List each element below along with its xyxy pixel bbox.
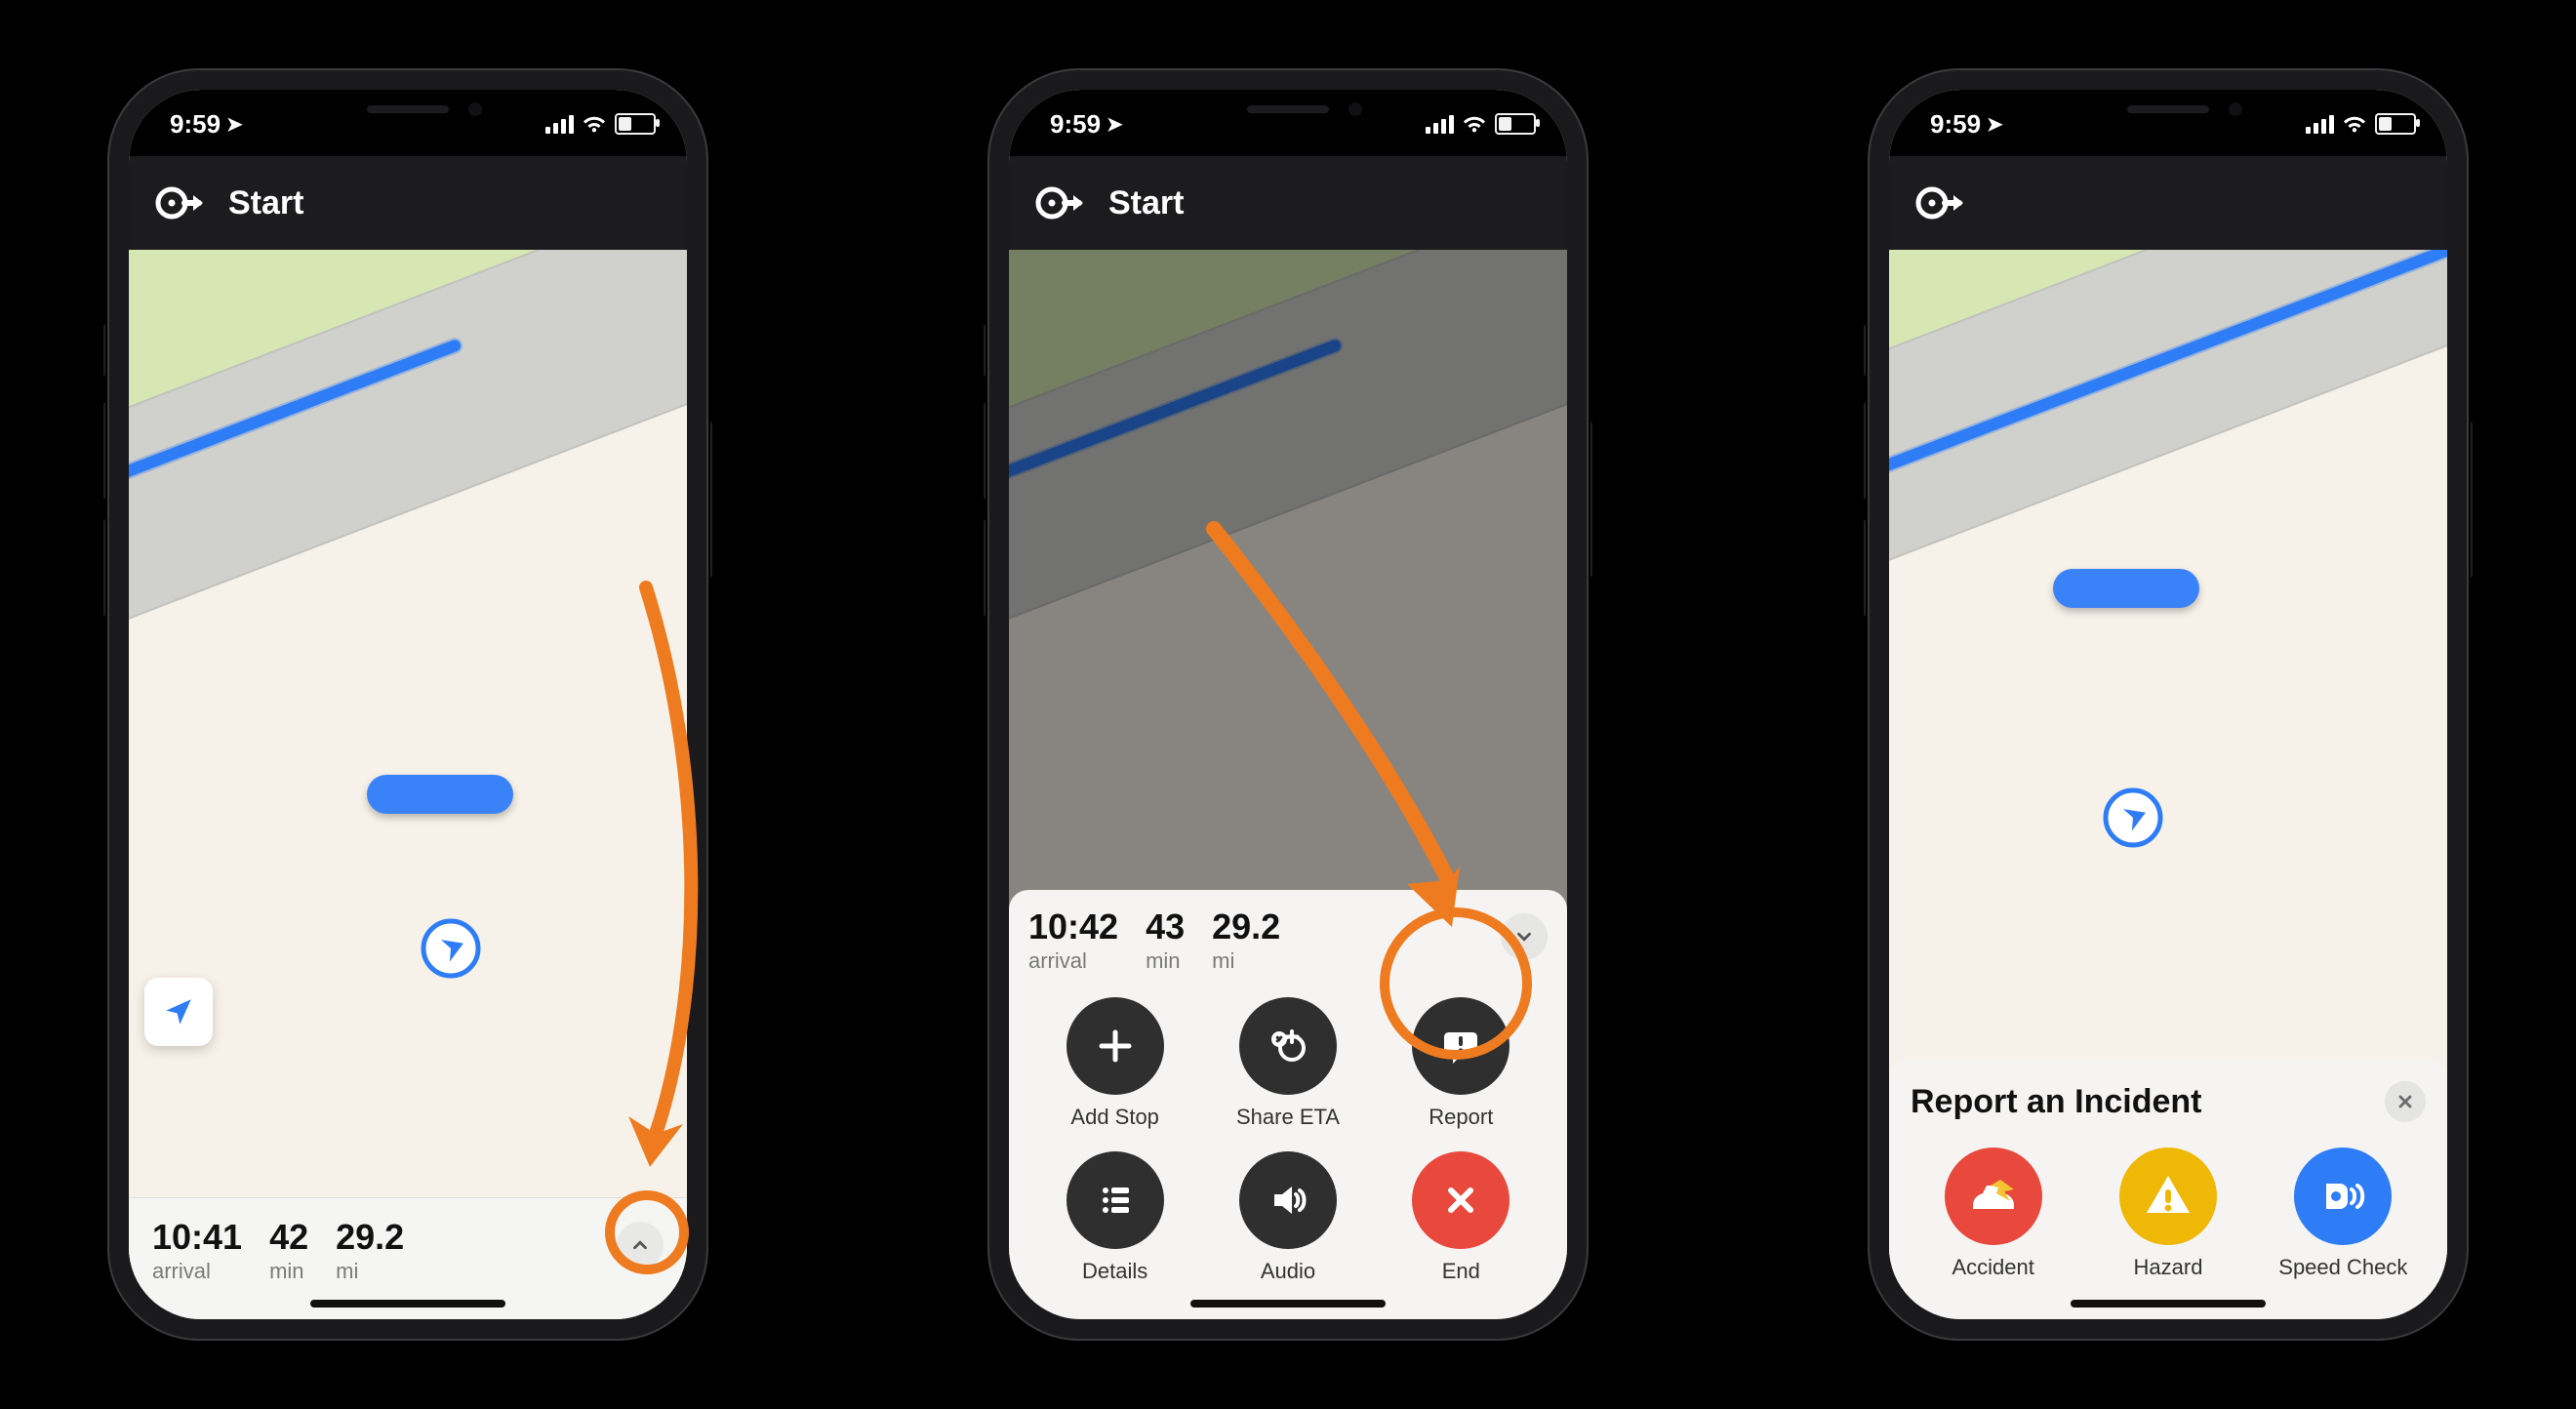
roundabout-exit-icon <box>1032 176 1087 230</box>
incident-accident-button[interactable]: Accident <box>1911 1147 2075 1280</box>
direction-banner: Start <box>1009 156 1567 250</box>
audio-button[interactable]: Audio <box>1201 1151 1374 1284</box>
phone-2: 9:59 ➤ Start <box>989 70 1587 1339</box>
report-incident-sheet: Report an Incident Accident <box>1889 1060 2447 1319</box>
status-time: 9:59 <box>1050 109 1101 140</box>
cellular-signal-icon <box>2306 114 2334 134</box>
end-route-button[interactable]: End <box>1375 1151 1548 1284</box>
direction-banner <box>1889 156 2447 250</box>
report-button[interactable]: Report <box>1375 997 1548 1130</box>
battery-icon <box>2375 113 2416 135</box>
arrival-time: 10:41 <box>152 1220 242 1255</box>
roundabout-exit-icon <box>152 176 207 230</box>
incident-speed-check-button[interactable]: Speed Check <box>2261 1147 2426 1280</box>
battery-icon <box>1495 113 1536 135</box>
recenter-button[interactable] <box>144 978 213 1046</box>
status-time: 9:59 <box>1930 109 1981 140</box>
add-stop-button[interactable]: Add Stop <box>1028 997 1201 1130</box>
cellular-signal-icon <box>1426 114 1454 134</box>
route-marker <box>367 775 513 814</box>
sheet-title: Report an Incident <box>1911 1083 2201 1121</box>
collapse-panel-button[interactable] <box>1501 913 1548 960</box>
location-services-icon: ➤ <box>1987 115 2003 135</box>
close-sheet-button[interactable] <box>2385 1081 2426 1122</box>
wifi-icon <box>2342 114 2367 134</box>
battery-icon <box>615 113 656 135</box>
location-services-icon: ➤ <box>226 115 243 135</box>
phone-1: 9:59 ➤ Start <box>109 70 706 1339</box>
phone-3: 9:59 ➤ <box>1870 70 2467 1339</box>
direction-title: Start <box>228 184 303 222</box>
route-marker <box>2053 569 2199 608</box>
direction-title: Start <box>1108 184 1184 222</box>
route-panel-expanded: 10:42arrival 43min 29.2mi Add Stop <box>1009 890 1567 1319</box>
cellular-signal-icon <box>545 114 574 134</box>
incident-hazard-button[interactable]: Hazard <box>2085 1147 2250 1280</box>
heading-cursor-icon <box>2102 786 2164 849</box>
minutes-remaining: 43 <box>1146 909 1185 945</box>
wifi-icon <box>582 114 607 134</box>
direction-banner: Start <box>129 156 687 250</box>
heading-cursor-icon <box>420 917 482 980</box>
wifi-icon <box>1462 114 1487 134</box>
map[interactable] <box>129 250 687 1319</box>
expand-panel-button[interactable] <box>617 1222 664 1268</box>
distance-remaining: 29.2 <box>1212 909 1280 945</box>
details-button[interactable]: Details <box>1028 1151 1201 1284</box>
roundabout-exit-icon <box>1912 176 1967 230</box>
distance-remaining: 29.2 <box>336 1220 404 1255</box>
share-eta-button[interactable]: Share ETA <box>1201 997 1374 1130</box>
status-time: 9:59 <box>170 109 221 140</box>
location-services-icon: ➤ <box>1107 115 1123 135</box>
arrival-time: 10:42 <box>1028 909 1118 945</box>
minutes-remaining: 42 <box>269 1220 308 1255</box>
